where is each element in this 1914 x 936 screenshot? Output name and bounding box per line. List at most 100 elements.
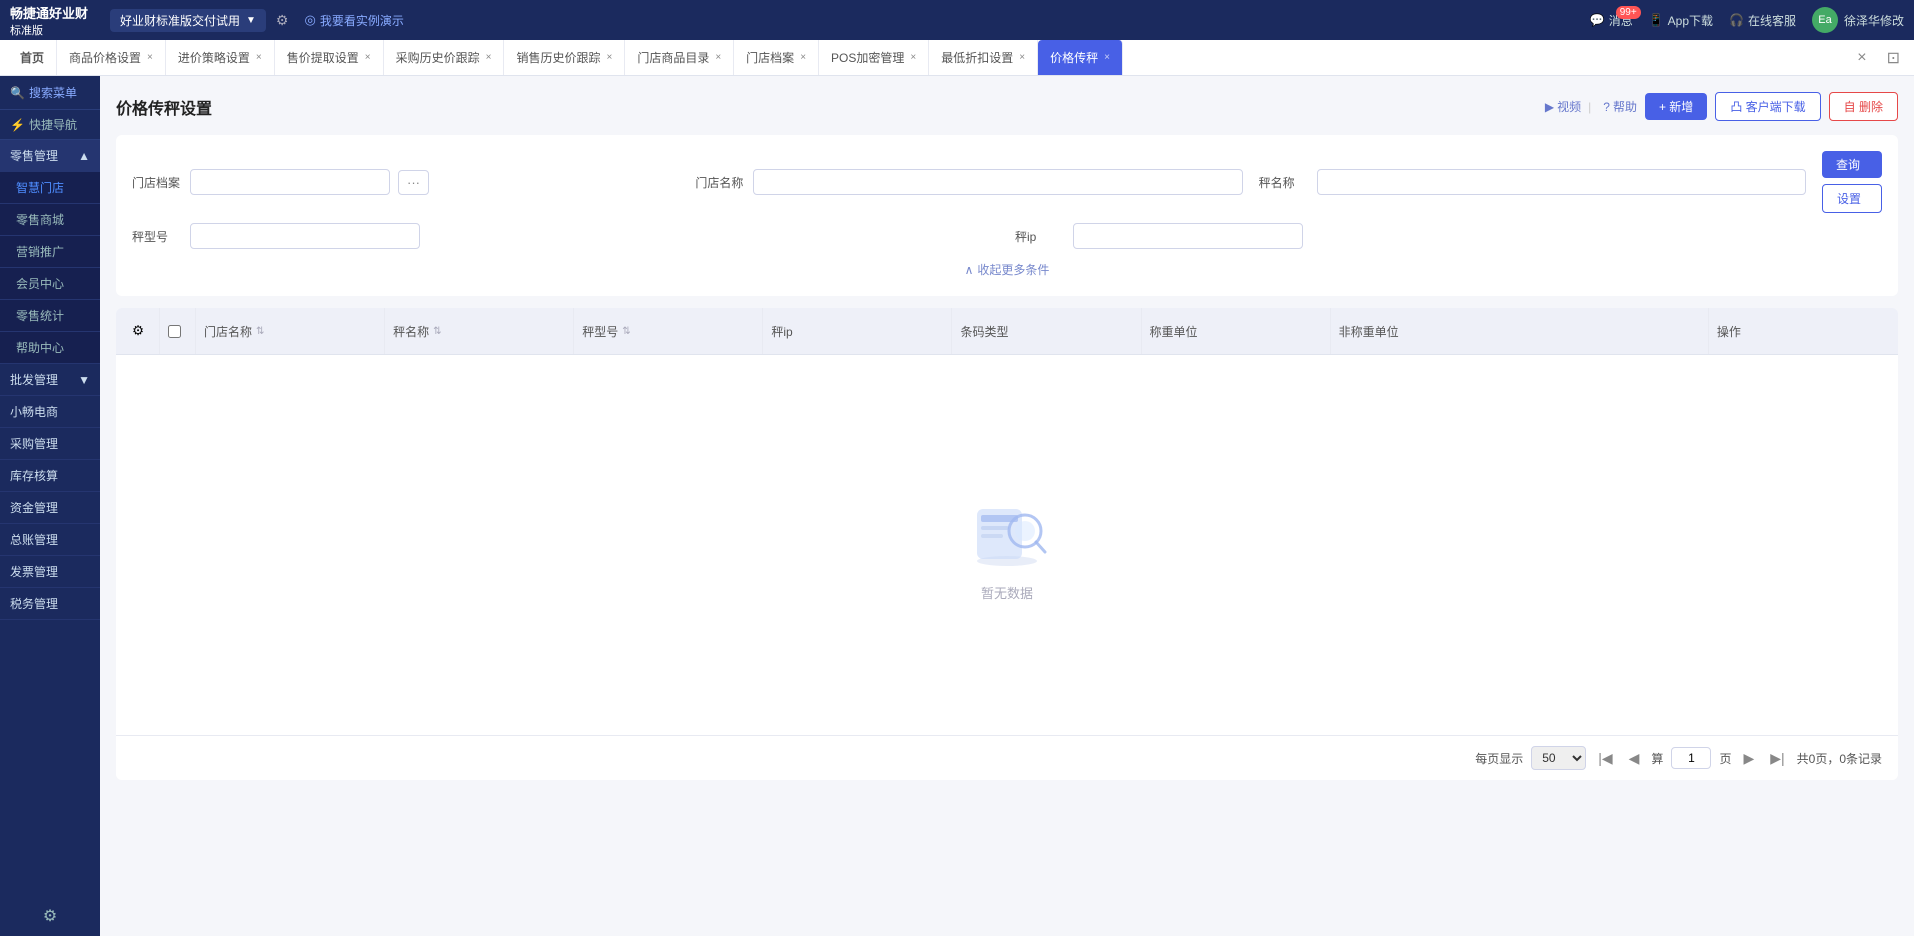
sort-icon[interactable]: ⇅ bbox=[433, 326, 441, 337]
delete-button[interactable]: 自 删除 bbox=[1829, 92, 1898, 121]
sidebar-item-wholesale[interactable]: 批发管理 ▼ bbox=[0, 364, 100, 396]
client-download-button[interactable]: 凸 客户端下载 bbox=[1715, 92, 1820, 121]
sidebar-item-general-ledger[interactable]: 总账管理 bbox=[0, 524, 100, 556]
page-number-input[interactable] bbox=[1671, 747, 1711, 769]
user-menu[interactable]: Ea 徐泽华修改 bbox=[1812, 7, 1904, 33]
tab-home[interactable]: 首页 bbox=[8, 40, 57, 76]
close-icon[interactable]: × bbox=[147, 52, 153, 63]
headset-icon: 🎧 bbox=[1729, 13, 1744, 27]
search-form: 门店档案 ··· 门店名称 秤名称 查询 设置 bbox=[116, 135, 1898, 296]
tab-store-profile[interactable]: 门店档案 × bbox=[734, 40, 819, 76]
sidebar-item-retail-management[interactable]: 零售管理 ▲ bbox=[0, 140, 100, 172]
store-file-dots-button[interactable]: ··· bbox=[398, 170, 429, 195]
product-selector[interactable]: 好业财标准版交付试用 ▼ bbox=[110, 9, 266, 32]
main-layout: 🔍 搜索菜单 ⚡ 快捷导航 零售管理 ▲ 智慧门店 零售商城 营销推广 会员中心… bbox=[0, 76, 1914, 936]
close-icon[interactable]: × bbox=[606, 52, 612, 63]
tab-sale-extract[interactable]: 售价提取设置 × bbox=[275, 40, 384, 76]
sidebar-settings-icon[interactable]: ⚙ bbox=[43, 906, 57, 926]
close-icon[interactable]: × bbox=[800, 52, 806, 63]
top-bar: 畅捷通好业财 标准版 好业财标准版交付试用 ▼ ⚙ ◎ 我要看实例演示 💬 消息… bbox=[0, 0, 1914, 40]
next-page-button[interactable]: ▶ bbox=[1739, 748, 1758, 769]
tab-min-discount[interactable]: 最低折扣设置 × bbox=[929, 40, 1038, 76]
scale-model-label: 秤型号 bbox=[132, 228, 182, 245]
tab-sales-history[interactable]: 销售历史价跟踪 × bbox=[504, 40, 625, 76]
tab-price-scale[interactable]: 价格传秤 × bbox=[1038, 40, 1123, 76]
help-icon: ? bbox=[1603, 100, 1610, 114]
sort-icon[interactable]: ⇅ bbox=[256, 326, 264, 337]
scale-ip-group: 秤ip bbox=[1015, 223, 1882, 249]
prev-page-button[interactable]: ◀ bbox=[1625, 748, 1644, 769]
tab-commodity-price[interactable]: 商品价格设置 × bbox=[57, 40, 166, 76]
set-button[interactable]: 设置 bbox=[1822, 184, 1882, 213]
select-all-checkbox[interactable] bbox=[168, 325, 181, 338]
sidebar-item-help-center[interactable]: 帮助中心 bbox=[0, 332, 100, 364]
sidebar-item-retail-stats[interactable]: 零售统计 bbox=[0, 300, 100, 332]
tab-purchase-strategy[interactable]: 进价策略设置 × bbox=[166, 40, 275, 76]
th-scale-ip: 秤ip bbox=[763, 308, 952, 354]
sidebar-item-invoice[interactable]: 发票管理 bbox=[0, 556, 100, 588]
store-name-label: 门店名称 bbox=[695, 174, 745, 191]
sidebar-bottom: ⚙ bbox=[0, 896, 100, 936]
tab-pos-encryption[interactable]: POS加密管理 × bbox=[819, 40, 929, 76]
last-page-button[interactable]: ▶| bbox=[1766, 748, 1788, 769]
page-size-select[interactable]: 50 10 20 100 bbox=[1531, 746, 1586, 770]
online-service-button[interactable]: 🎧 在线客服 bbox=[1729, 12, 1796, 29]
sidebar-item-tax[interactable]: 税务管理 bbox=[0, 588, 100, 620]
add-button[interactable]: + 新增 bbox=[1645, 93, 1707, 120]
scale-ip-label: 秤ip bbox=[1015, 228, 1065, 245]
sidebar-item-ecommerce[interactable]: 小畅电商 bbox=[0, 396, 100, 428]
page-title: 价格传秤设置 bbox=[116, 95, 212, 119]
th-checkbox bbox=[160, 308, 196, 354]
collapse-button[interactable]: ∧ 收起更多条件 bbox=[955, 259, 1060, 280]
scale-model-input[interactable] bbox=[190, 223, 420, 249]
close-icon[interactable]: × bbox=[1104, 52, 1110, 63]
settings-icon[interactable]: ⚙ bbox=[276, 12, 289, 29]
store-file-input[interactable] bbox=[190, 169, 390, 195]
sidebar-item-finance[interactable]: 资金管理 bbox=[0, 492, 100, 524]
video-link[interactable]: ▶ 视频 | bbox=[1545, 98, 1595, 115]
close-icon[interactable]: × bbox=[715, 52, 721, 63]
pagination: 每页显示 50 10 20 100 |◀ ◀ 算 页 ▶ ▶| 共0页，0条记录 bbox=[116, 735, 1898, 780]
scale-ip-input[interactable] bbox=[1073, 223, 1303, 249]
page-actions: ▶ 视频 | ? 帮助 + 新增 凸 客户端下载 自 删除 bbox=[1545, 92, 1898, 121]
th-scale-model: 秤型号 ⇅ bbox=[574, 308, 763, 354]
page-title-row: 价格传秤设置 ▶ 视频 | ? 帮助 + 新增 凸 客户端下载 bbox=[116, 92, 1898, 121]
tab-store-catalog[interactable]: 门店商品目录 × bbox=[625, 40, 734, 76]
th-barcode-type: 条码类型 bbox=[952, 308, 1141, 354]
form-row-2: 秤型号 秤ip bbox=[132, 223, 1882, 249]
sidebar-search[interactable]: 🔍 搜索菜单 bbox=[0, 76, 100, 110]
close-icon[interactable]: × bbox=[1019, 52, 1025, 63]
query-button[interactable]: 查询 bbox=[1822, 151, 1882, 178]
store-name-input[interactable] bbox=[753, 169, 1242, 195]
help-link[interactable]: ? 帮助 bbox=[1603, 98, 1637, 115]
close-tab-button[interactable]: × bbox=[1851, 47, 1872, 69]
sidebar-item-smart-store[interactable]: 智慧门店 bbox=[0, 172, 100, 204]
sidebar-quick-nav[interactable]: ⚡ 快捷导航 bbox=[0, 110, 100, 140]
sidebar-item-inventory[interactable]: 库存核算 bbox=[0, 460, 100, 492]
sidebar-item-retail-mall[interactable]: 零售商城 bbox=[0, 204, 100, 236]
th-weight-unit: 称重单位 bbox=[1142, 308, 1331, 354]
sidebar-item-member-center[interactable]: 会员中心 bbox=[0, 268, 100, 300]
sidebar-item-marketing[interactable]: 营销推广 bbox=[0, 236, 100, 268]
data-table: ⚙ 门店名称 ⇅ 秤名称 ⇅ 秤型号 ⇅ 秤ip bbox=[116, 308, 1898, 780]
close-icon[interactable]: × bbox=[365, 52, 371, 63]
sidebar-item-purchase[interactable]: 采购管理 bbox=[0, 428, 100, 460]
table-header: ⚙ 门店名称 ⇅ 秤名称 ⇅ 秤型号 ⇅ 秤ip bbox=[116, 308, 1898, 355]
app-download-button[interactable]: 📱 App下载 bbox=[1649, 12, 1713, 29]
scale-name-input[interactable] bbox=[1317, 169, 1806, 195]
tab-purchase-history[interactable]: 采购历史价跟踪 × bbox=[384, 40, 505, 76]
messages-button[interactable]: 💬 消息 99+ bbox=[1590, 12, 1633, 29]
close-icon[interactable]: × bbox=[486, 52, 492, 63]
form-row-1: 门店档案 ··· 门店名称 秤名称 查询 设置 bbox=[132, 151, 1882, 213]
video-icon: ▶ bbox=[1545, 100, 1554, 114]
eye-icon: ◎ bbox=[304, 12, 315, 28]
close-icon[interactable]: × bbox=[910, 52, 916, 63]
close-icon[interactable]: × bbox=[256, 52, 262, 63]
first-page-button[interactable]: |◀ bbox=[1594, 748, 1616, 769]
th-actions: 操作 bbox=[1709, 308, 1898, 354]
demo-link[interactable]: ◎ 我要看实例演示 bbox=[304, 12, 403, 29]
sort-icon[interactable]: ⇅ bbox=[622, 326, 630, 337]
table-settings-icon[interactable]: ⚙ bbox=[124, 318, 152, 344]
empty-illustration bbox=[957, 489, 1057, 569]
restore-tab-button[interactable]: ⊡ bbox=[1881, 46, 1906, 70]
